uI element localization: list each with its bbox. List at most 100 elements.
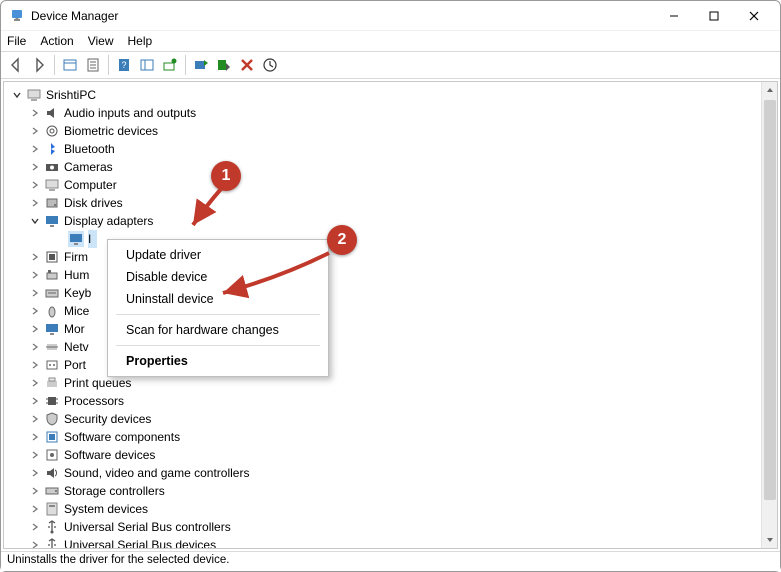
tree-item-label: System devices xyxy=(64,500,148,518)
tree-item-label: Software devices xyxy=(64,446,155,464)
chevron-right-icon[interactable] xyxy=(28,162,42,172)
device-category-icon xyxy=(44,339,60,355)
chevron-right-icon[interactable] xyxy=(28,342,42,352)
vertical-scrollbar[interactable] xyxy=(761,82,777,548)
tree-item[interactable]: Storage controllers xyxy=(8,482,777,500)
back-button[interactable] xyxy=(5,54,27,76)
update-driver-button[interactable] xyxy=(190,54,212,76)
tree-item[interactable]: Disk drives xyxy=(8,194,777,212)
tree-item-label: Cameras xyxy=(64,158,113,176)
menu-view[interactable]: View xyxy=(88,34,114,48)
device-category-icon xyxy=(44,483,60,499)
uninstall-device-button[interactable] xyxy=(236,54,258,76)
tree-item[interactable]: Display adapters xyxy=(8,212,777,230)
chevron-right-icon[interactable] xyxy=(28,360,42,370)
tree-item[interactable]: Bluetooth xyxy=(8,140,777,158)
maximize-button[interactable] xyxy=(694,2,734,30)
tree-item-label: Bluetooth xyxy=(64,140,115,158)
ctx-disable-device[interactable]: Disable device xyxy=(108,266,328,288)
chevron-right-icon[interactable] xyxy=(28,468,42,478)
chevron-right-icon[interactable] xyxy=(28,288,42,298)
ctx-scan-hardware[interactable]: Scan for hardware changes xyxy=(108,319,328,341)
ctx-separator xyxy=(116,314,320,315)
device-install-settings-button[interactable] xyxy=(259,54,281,76)
tree-item-label: Display adapters xyxy=(64,212,153,230)
chevron-down-icon[interactable] xyxy=(28,216,42,226)
chevron-right-icon[interactable] xyxy=(28,504,42,514)
display-adapter-icon xyxy=(68,231,84,247)
tree-item-label: Keyb xyxy=(64,284,91,302)
device-category-icon xyxy=(44,105,60,121)
tree-item[interactable]: Universal Serial Bus controllers xyxy=(8,518,777,536)
device-category-icon xyxy=(44,267,60,283)
status-bar: Uninstalls the driver for the selected d… xyxy=(1,551,780,571)
device-category-icon xyxy=(44,519,60,535)
scroll-up-button[interactable] xyxy=(762,82,777,98)
device-category-icon xyxy=(44,177,60,193)
tree-item[interactable]: Biometric devices xyxy=(8,122,777,140)
device-category-icon xyxy=(44,375,60,391)
tree-item-label: Mor xyxy=(64,320,85,338)
tree-item-label: Mice xyxy=(64,302,89,320)
chevron-right-icon[interactable] xyxy=(28,252,42,262)
chevron-down-icon[interactable] xyxy=(10,90,24,100)
chevron-right-icon[interactable] xyxy=(28,126,42,136)
chevron-right-icon[interactable] xyxy=(28,486,42,496)
minimize-button[interactable] xyxy=(654,2,694,30)
chevron-right-icon[interactable] xyxy=(28,396,42,406)
tree-item[interactable]: Software devices xyxy=(8,446,777,464)
chevron-right-icon[interactable] xyxy=(28,180,42,190)
chevron-right-icon[interactable] xyxy=(28,144,42,154)
tree-item[interactable]: Sound, video and game controllers xyxy=(8,464,777,482)
scroll-down-button[interactable] xyxy=(762,532,777,548)
tree-item[interactable]: Security devices xyxy=(8,410,777,428)
disable-device-button[interactable] xyxy=(213,54,235,76)
tree-item-label: Firm xyxy=(64,248,88,266)
tree-item-label: Storage controllers xyxy=(64,482,165,500)
tree-item-label: Port xyxy=(64,356,86,374)
tree-item[interactable]: System devices xyxy=(8,500,777,518)
ctx-properties[interactable]: Properties xyxy=(108,350,328,372)
tree-root-label: SrishtiPC xyxy=(46,86,96,104)
chevron-right-icon[interactable] xyxy=(28,540,42,549)
tree-item-label: Audio inputs and outputs xyxy=(64,104,196,122)
close-button[interactable] xyxy=(734,2,774,30)
chevron-right-icon[interactable] xyxy=(28,450,42,460)
tree-item[interactable]: Audio inputs and outputs xyxy=(8,104,777,122)
tree-item[interactable]: Universal Serial Bus devices xyxy=(8,536,777,549)
chevron-right-icon[interactable] xyxy=(28,414,42,424)
menu-help[interactable]: Help xyxy=(128,34,153,48)
tree-item[interactable]: Software components xyxy=(8,428,777,446)
ctx-uninstall-device[interactable]: Uninstall device xyxy=(108,288,328,310)
device-category-icon xyxy=(44,195,60,211)
tree-item-label: Universal Serial Bus devices xyxy=(64,536,216,549)
menu-file[interactable]: File xyxy=(7,34,26,48)
tree-item[interactable]: Computer xyxy=(8,176,777,194)
tree-item[interactable]: Processors xyxy=(8,392,777,410)
chevron-right-icon[interactable] xyxy=(28,270,42,280)
app-icon xyxy=(9,8,25,24)
add-legacy-button[interactable] xyxy=(159,54,181,76)
scroll-thumb[interactable] xyxy=(764,100,776,500)
ctx-update-driver[interactable]: Update driver xyxy=(108,244,328,266)
device-category-icon xyxy=(44,159,60,175)
help-button[interactable]: ? xyxy=(113,54,135,76)
chevron-right-icon[interactable] xyxy=(28,432,42,442)
chevron-right-icon[interactable] xyxy=(28,324,42,334)
toolbar: ? xyxy=(1,51,780,79)
device-category-icon xyxy=(44,501,60,517)
chevron-right-icon[interactable] xyxy=(28,378,42,388)
device-category-icon xyxy=(44,213,60,229)
show-hide-console-button[interactable] xyxy=(59,54,81,76)
properties-button[interactable] xyxy=(82,54,104,76)
chevron-right-icon[interactable] xyxy=(28,108,42,118)
tree-root[interactable]: SrishtiPC xyxy=(8,86,777,104)
scan-button[interactable] xyxy=(136,54,158,76)
forward-button[interactable] xyxy=(28,54,50,76)
chevron-right-icon[interactable] xyxy=(28,198,42,208)
window-title: Device Manager xyxy=(31,9,654,23)
chevron-right-icon[interactable] xyxy=(28,306,42,316)
tree-item[interactable]: Cameras xyxy=(8,158,777,176)
chevron-right-icon[interactable] xyxy=(28,522,42,532)
menu-action[interactable]: Action xyxy=(40,34,73,48)
